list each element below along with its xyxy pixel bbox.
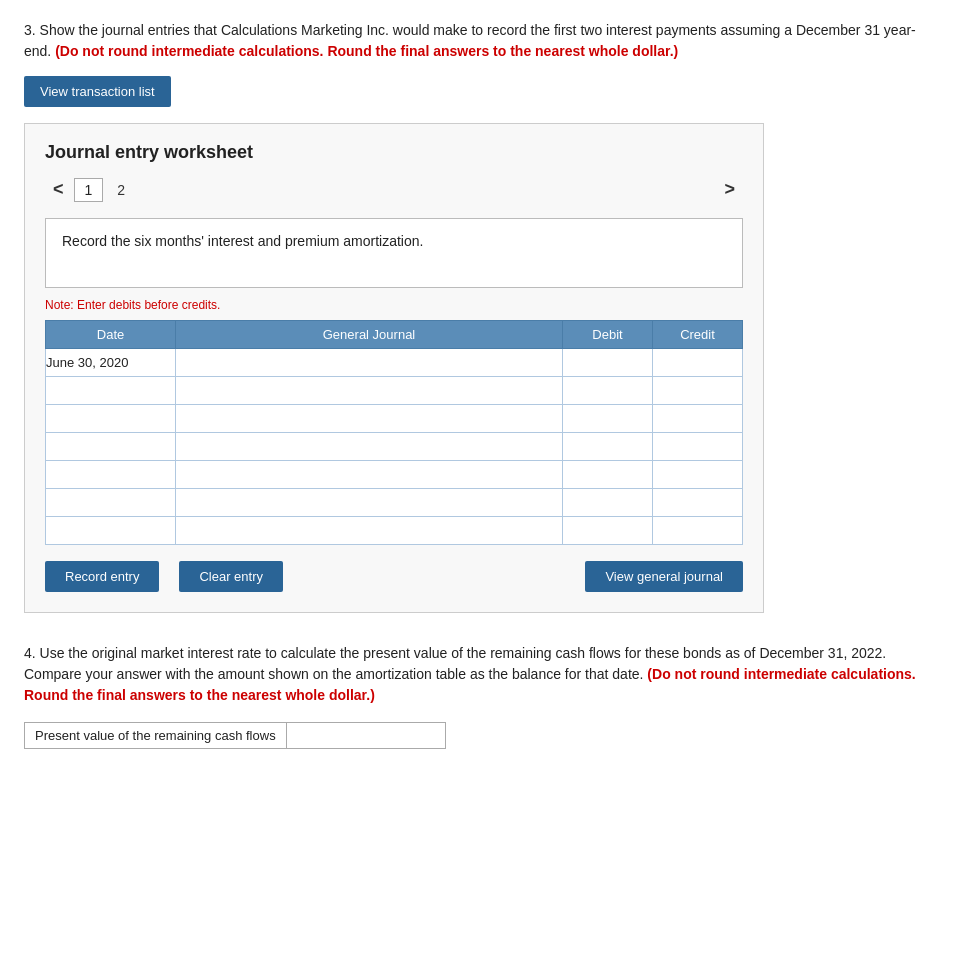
general-journal-cell[interactable]: [176, 433, 563, 461]
date-input[interactable]: [46, 377, 175, 404]
worksheet-title: Journal entry worksheet: [45, 142, 743, 163]
table-row: [46, 377, 743, 405]
credit-input[interactable]: [653, 377, 742, 404]
view-general-journal-button[interactable]: View general journal: [585, 561, 743, 592]
debit-input[interactable]: [563, 377, 652, 404]
debit-cell[interactable]: [563, 517, 653, 545]
col-header-general-journal: General Journal: [176, 321, 563, 349]
action-buttons-row: Record entry Clear entry View general jo…: [45, 561, 743, 592]
date-input[interactable]: [46, 517, 175, 544]
question3-text: 3. Show the journal entries that Calcula…: [24, 20, 934, 62]
debit-input[interactable]: [563, 489, 652, 516]
general-journal-input[interactable]: [176, 517, 562, 544]
table-row: [46, 433, 743, 461]
view-transaction-list-button[interactable]: View transaction list: [24, 76, 171, 107]
credit-cell[interactable]: [653, 433, 743, 461]
date-cell[interactable]: [46, 517, 176, 545]
debit-input[interactable]: [563, 461, 652, 488]
debit-input[interactable]: [563, 405, 652, 432]
debit-input[interactable]: [563, 433, 652, 460]
debit-cell[interactable]: [563, 489, 653, 517]
clear-entry-button[interactable]: Clear entry: [179, 561, 283, 592]
date-input[interactable]: [46, 489, 175, 516]
credit-cell[interactable]: [653, 377, 743, 405]
section4: 4. Use the original market interest rate…: [24, 643, 934, 749]
worksheet-note: Note: Enter debits before credits.: [45, 298, 743, 312]
debit-input[interactable]: [563, 517, 652, 544]
pv-input[interactable]: [286, 722, 446, 749]
debit-cell[interactable]: [563, 461, 653, 489]
credit-cell[interactable]: [653, 517, 743, 545]
date-input[interactable]: [46, 433, 175, 460]
credit-input[interactable]: [653, 433, 742, 460]
credit-input[interactable]: [653, 349, 742, 376]
question4-text: 4. Use the original market interest rate…: [24, 643, 934, 706]
general-journal-input[interactable]: [176, 489, 562, 516]
tab-2[interactable]: 2: [107, 179, 135, 201]
general-journal-cell[interactable]: [176, 517, 563, 545]
general-journal-input[interactable]: [176, 461, 562, 488]
col-header-debit: Debit: [563, 321, 653, 349]
record-entry-button[interactable]: Record entry: [45, 561, 159, 592]
debit-cell[interactable]: [563, 377, 653, 405]
debit-cell[interactable]: [563, 349, 653, 377]
credit-input[interactable]: [653, 405, 742, 432]
date-cell[interactable]: [46, 461, 176, 489]
date-cell[interactable]: [46, 377, 176, 405]
journal-table: Date General Journal Debit Credit June 3…: [45, 320, 743, 545]
date-input[interactable]: [46, 461, 175, 488]
table-row: [46, 517, 743, 545]
date-cell: June 30, 2020: [46, 349, 176, 377]
present-value-row: Present value of the remaining cash flow…: [24, 722, 934, 749]
general-journal-input[interactable]: [176, 377, 562, 404]
tab-1[interactable]: 1: [74, 178, 104, 202]
credit-cell[interactable]: [653, 489, 743, 517]
credit-input[interactable]: [653, 517, 742, 544]
credit-input[interactable]: [653, 489, 742, 516]
debit-cell[interactable]: [563, 405, 653, 433]
worksheet-description: Record the six months' interest and prem…: [45, 218, 743, 288]
general-journal-cell[interactable]: [176, 377, 563, 405]
journal-entry-worksheet: Journal entry worksheet < 1 2 > Record t…: [24, 123, 764, 613]
nav-right-arrow[interactable]: >: [716, 177, 743, 202]
debit-input[interactable]: [563, 349, 652, 376]
general-journal-cell[interactable]: [176, 489, 563, 517]
general-journal-cell[interactable]: [176, 461, 563, 489]
table-row: [46, 489, 743, 517]
table-row: [46, 461, 743, 489]
date-cell[interactable]: [46, 489, 176, 517]
table-row: June 30, 2020: [46, 349, 743, 377]
table-row: [46, 405, 743, 433]
col-header-date: Date: [46, 321, 176, 349]
credit-cell[interactable]: [653, 349, 743, 377]
nav-row: < 1 2 >: [45, 177, 743, 202]
credit-cell[interactable]: [653, 405, 743, 433]
general-journal-input[interactable]: [176, 349, 562, 376]
general-journal-input[interactable]: [176, 405, 562, 432]
general-journal-cell[interactable]: [176, 349, 563, 377]
date-input[interactable]: [46, 405, 175, 432]
credit-cell[interactable]: [653, 461, 743, 489]
question3-bold-red: (Do not round intermediate calculations.…: [55, 43, 678, 59]
col-header-credit: Credit: [653, 321, 743, 349]
credit-input[interactable]: [653, 461, 742, 488]
debit-cell[interactable]: [563, 433, 653, 461]
pv-label: Present value of the remaining cash flow…: [24, 722, 286, 749]
general-journal-cell[interactable]: [176, 405, 563, 433]
date-cell[interactable]: [46, 405, 176, 433]
general-journal-input[interactable]: [176, 433, 562, 460]
nav-left-arrow[interactable]: <: [45, 177, 72, 202]
date-cell[interactable]: [46, 433, 176, 461]
